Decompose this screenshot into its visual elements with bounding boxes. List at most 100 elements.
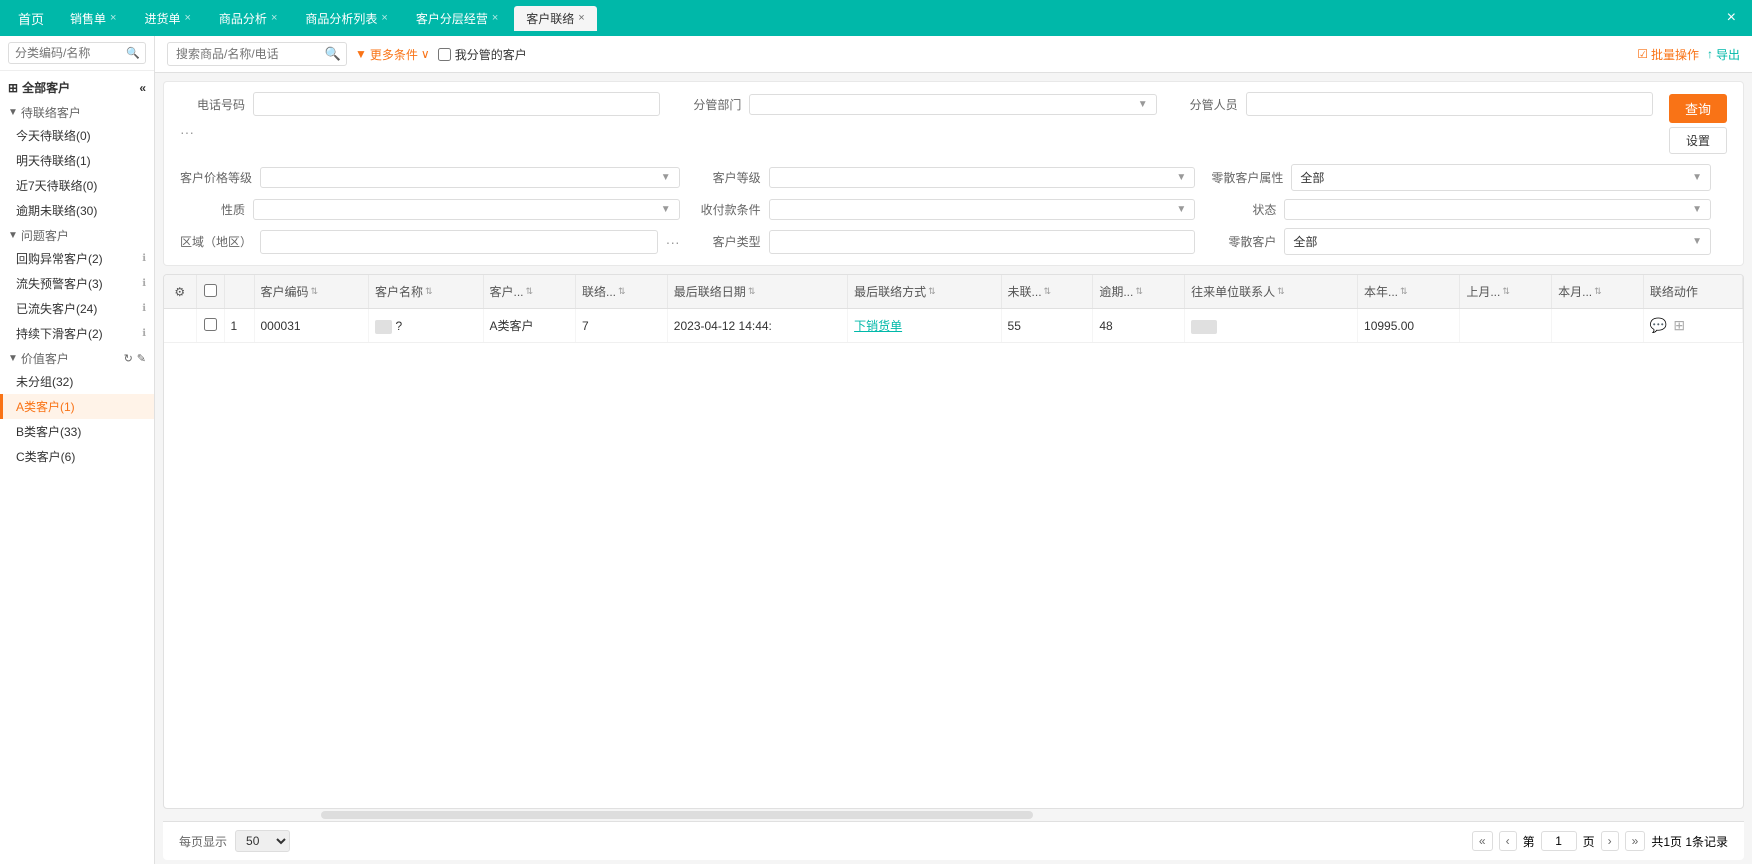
first-page-button[interactable]: «	[1472, 831, 1493, 851]
col-contact[interactable]: 联络...⇅	[576, 275, 668, 309]
more-filters-button[interactable]: ▼ 更多条件 ∨	[355, 46, 430, 63]
col-name[interactable]: 客户名称⇅	[369, 275, 484, 309]
all-customers-label[interactable]: 全部客户	[22, 79, 70, 96]
col-this-month[interactable]: 本月...⇅	[1552, 275, 1644, 309]
filter-customer-type-label: 客户类型	[696, 233, 761, 250]
filter-price-level-select[interactable]: ▼	[260, 167, 680, 188]
filter-phone-input[interactable]	[253, 92, 660, 116]
col-unit-contact[interactable]: 往来单位联系人⇅	[1185, 275, 1358, 309]
row-name: ?	[369, 309, 484, 343]
retail-attr-chevron-icon: ▼	[1692, 172, 1702, 183]
page-label: 第	[1523, 833, 1535, 850]
sidebar-search-icon[interactable]: 🔍	[126, 47, 140, 60]
tab-product-analysis[interactable]: 商品分析 ×	[207, 6, 289, 31]
window-close-button[interactable]: ×	[1719, 9, 1744, 27]
sidebar-item-class-b[interactable]: B类客户(33)	[0, 419, 154, 444]
col-action: 联络动作	[1643, 275, 1742, 309]
col-code[interactable]: 客户编码⇅	[254, 275, 369, 309]
filter-status-select[interactable]: ▼	[1284, 199, 1711, 220]
page-number-input[interactable]	[1541, 831, 1577, 851]
sidebar-item-tomorrow-pending[interactable]: 明天待联络(1)	[0, 148, 154, 173]
collapse-icon[interactable]: «	[139, 81, 146, 95]
sidebar-item-churn-warning[interactable]: 流失预警客户(3) ℹ	[0, 271, 154, 296]
action-chat-icon[interactable]: 💬	[1650, 317, 1667, 334]
close-sales-tab-icon[interactable]: ×	[110, 12, 116, 24]
action-grid-icon[interactable]: ⊞	[1673, 317, 1685, 334]
filter-action-buttons: ···	[180, 124, 660, 140]
filter-dept-select[interactable]: ▼	[749, 94, 1156, 115]
sort-no-contact-icon: ⇅	[1044, 286, 1052, 297]
sidebar-item-class-a[interactable]: A类客户(1)	[0, 394, 154, 419]
tab-customer-contact[interactable]: 客户联络 ×	[514, 6, 596, 31]
query-button[interactable]: 查询	[1669, 94, 1727, 123]
filter-retail-customer-select[interactable]: 全部 ▼	[1284, 228, 1711, 255]
col-last-month[interactable]: 上月...⇅	[1460, 275, 1552, 309]
col-last-method[interactable]: 最后联络方式⇅	[848, 275, 1001, 309]
toolbar-search-input[interactable]	[167, 42, 347, 66]
close-customer-seg-tab-icon[interactable]: ×	[492, 12, 498, 24]
toolbar-search-icon[interactable]: 🔍	[325, 46, 341, 62]
sidebar-item-today-pending[interactable]: 今天待联络(0)	[0, 123, 154, 148]
my-customers-checkbox[interactable]	[438, 48, 451, 61]
edit-icon[interactable]: ✎	[137, 352, 146, 365]
tab-product-analysis-list[interactable]: 商品分析列表 ×	[293, 6, 399, 31]
sidebar-item-churned[interactable]: 已流失客户(24) ℹ	[0, 296, 154, 321]
settings-button[interactable]: 设置	[1669, 127, 1727, 154]
select-all-checkbox[interactable]	[204, 284, 217, 297]
sidebar-item-ungrouped[interactable]: 未分组(32)	[0, 369, 154, 394]
home-tab[interactable]: 首页	[8, 5, 54, 32]
sidebar-search-input[interactable]	[8, 42, 146, 64]
horizontal-scrollbar[interactable]	[163, 809, 1744, 821]
tab-customer-segmentation[interactable]: 客户分层经营 ×	[404, 6, 510, 31]
prev-page-button[interactable]: ‹	[1499, 831, 1517, 851]
filter-chevron-icon: ∨	[421, 47, 430, 61]
col-overdue[interactable]: 逾期...⇅	[1093, 275, 1185, 309]
manager-dots-icon[interactable]: ···	[180, 124, 660, 140]
table-settings-icon[interactable]: ⚙	[174, 285, 185, 299]
close-product-analysis-tab-icon[interactable]: ×	[271, 12, 277, 24]
sort-overdue-icon: ⇅	[1135, 286, 1143, 297]
tab-sales[interactable]: 销售单 ×	[58, 6, 128, 31]
next-page-button[interactable]: ›	[1601, 831, 1619, 851]
tab-purchase[interactable]: 进货单 ×	[132, 6, 202, 31]
close-purchase-tab-icon[interactable]: ×	[184, 12, 190, 24]
sidebar-item-declining[interactable]: 持续下滑客户(2) ℹ	[0, 321, 154, 346]
col-type[interactable]: 客户...⇅	[483, 275, 576, 309]
query-settings-buttons: 查询 设置	[1669, 94, 1727, 154]
filter-price-level-label: 客户价格等级	[180, 169, 252, 186]
filter-nature-select[interactable]: ▼	[253, 199, 680, 220]
last-method-link[interactable]: 下销货单	[854, 319, 902, 333]
row-checkbox-cell	[196, 309, 224, 343]
filter-payment-select[interactable]: ▼	[769, 199, 1196, 220]
filter-customer-type-input[interactable]	[769, 230, 1196, 254]
col-this-year[interactable]: 本年...⇅	[1358, 275, 1460, 309]
last-page-button[interactable]: »	[1625, 831, 1646, 851]
export-button[interactable]: ↑ 导出	[1707, 46, 1740, 63]
col-last-date[interactable]: 最后联络日期⇅	[667, 275, 847, 309]
my-customers-checkbox-wrap[interactable]: 我分管的客户	[438, 46, 527, 63]
per-page-select[interactable]: 50 100 200	[235, 830, 290, 852]
filter-retail-attr-select[interactable]: 全部 ▼	[1291, 164, 1711, 191]
close-customer-contact-tab-icon[interactable]: ×	[578, 12, 584, 24]
sidebar-item-repurchase-anomaly[interactable]: 回购异常客户(2) ℹ	[0, 246, 154, 271]
close-product-analysis-list-tab-icon[interactable]: ×	[381, 12, 387, 24]
sidebar-item-overdue-contact[interactable]: 逾期未联络(30)	[0, 198, 154, 223]
batch-operation-button[interactable]: ☑ 批量操作	[1637, 46, 1699, 63]
sidebar-item-class-c[interactable]: C类客户(6)	[0, 444, 154, 469]
sidebar-item-7days-pending[interactable]: 近7天待联络(0)	[0, 173, 154, 198]
col-no-contact[interactable]: 未联...⇅	[1001, 275, 1093, 309]
filter-region-input[interactable]	[260, 230, 658, 254]
filter-price-level: 客户价格等级 ▼	[180, 167, 680, 188]
filter-nature: 性质 ▼	[180, 199, 680, 220]
search-wrap: 🔍	[167, 42, 347, 66]
filter-customer-level-select[interactable]: ▼	[769, 167, 1196, 188]
filter-customer-type: 客户类型	[696, 230, 1196, 254]
row-type: A类客户	[483, 309, 576, 343]
refresh-icon[interactable]: ↻	[124, 352, 133, 365]
table-row: 1 000031 ? A类客户 7 2023-04-12 14:44: 下销货单…	[164, 309, 1743, 343]
customer-table: ⚙ 客户编码⇅ 客户名称⇅ 客户...⇅	[164, 275, 1743, 343]
row-checkbox[interactable]	[204, 318, 217, 331]
region-dots-icon[interactable]: ···	[666, 234, 680, 250]
main-content: 🔍 ▼ 更多条件 ∨ 我分管的客户 ☑ 批量操作 ↑ 导出	[155, 36, 1752, 864]
filter-manager-input[interactable]	[1246, 92, 1653, 116]
